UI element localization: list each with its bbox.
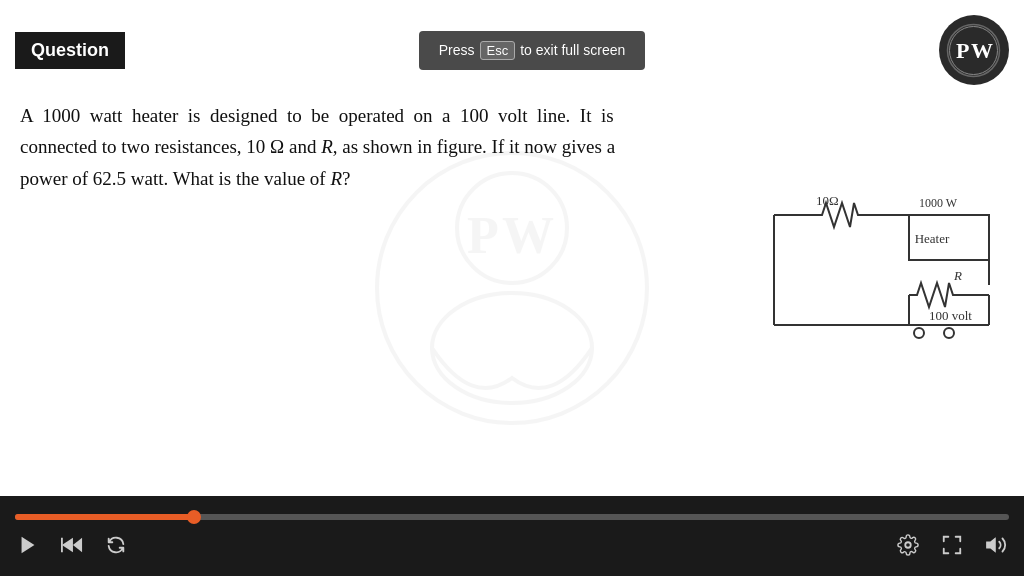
left-controls xyxy=(15,532,129,558)
esc-suffix: to exit full screen xyxy=(520,42,625,58)
progress-thumb xyxy=(187,510,201,524)
settings-icon xyxy=(897,534,919,556)
volume-icon xyxy=(985,534,1007,556)
fullscreen-icon xyxy=(941,534,963,556)
question-line2: connected to two resistances, 10 Ω and R… xyxy=(20,136,615,157)
circuit-svg: 10Ω 1000 W Heater R 100 volt xyxy=(764,185,1004,355)
controls-row xyxy=(15,532,1009,558)
play-icon xyxy=(17,534,39,556)
voltage-label: 100 volt xyxy=(929,308,972,323)
esc-key: Esc xyxy=(480,41,516,60)
heater-name-label: Heater xyxy=(915,231,950,246)
fullscreen-button[interactable] xyxy=(939,532,965,558)
progress-fill xyxy=(15,514,194,520)
refresh-button[interactable] xyxy=(103,532,129,558)
refresh-icon xyxy=(105,534,127,556)
progress-bar[interactable] xyxy=(15,514,1009,520)
top-bar: Question Press Esc to exit full screen P… xyxy=(0,0,1024,90)
right-controls xyxy=(895,532,1009,558)
svg-point-19 xyxy=(905,542,911,548)
resistor2-label: R xyxy=(953,268,962,283)
svg-text:W: W xyxy=(971,38,993,63)
rewind-icon xyxy=(61,534,83,556)
pw-logo: P W xyxy=(939,15,1009,85)
question-line1: A 1000 watt heater is designed to be ope… xyxy=(20,105,614,126)
svg-marker-18 xyxy=(22,537,35,554)
esc-notice: Press Esc to exit full screen xyxy=(419,31,646,70)
esc-prefix: Press xyxy=(439,42,475,58)
question-line3: power of 62.5 watt. What is the value of… xyxy=(20,168,350,189)
circuit-diagram: 10Ω 1000 W Heater R 100 volt xyxy=(764,185,1004,359)
play-button[interactable] xyxy=(15,532,41,558)
settings-button[interactable] xyxy=(895,532,921,558)
terminal-left xyxy=(914,328,924,338)
heater-power-label: 1000 W xyxy=(919,196,958,210)
terminal-right xyxy=(944,328,954,338)
bottom-bar xyxy=(0,496,1024,576)
rewind-button[interactable] xyxy=(59,532,85,558)
svg-text:P: P xyxy=(956,38,969,63)
question-badge: Question xyxy=(15,32,125,69)
volume-button[interactable] xyxy=(983,532,1009,558)
question-text: A 1000 watt heater is designed to be ope… xyxy=(20,100,900,194)
pw-logo-svg: P W xyxy=(946,23,1001,78)
svg-marker-20 xyxy=(987,539,995,552)
